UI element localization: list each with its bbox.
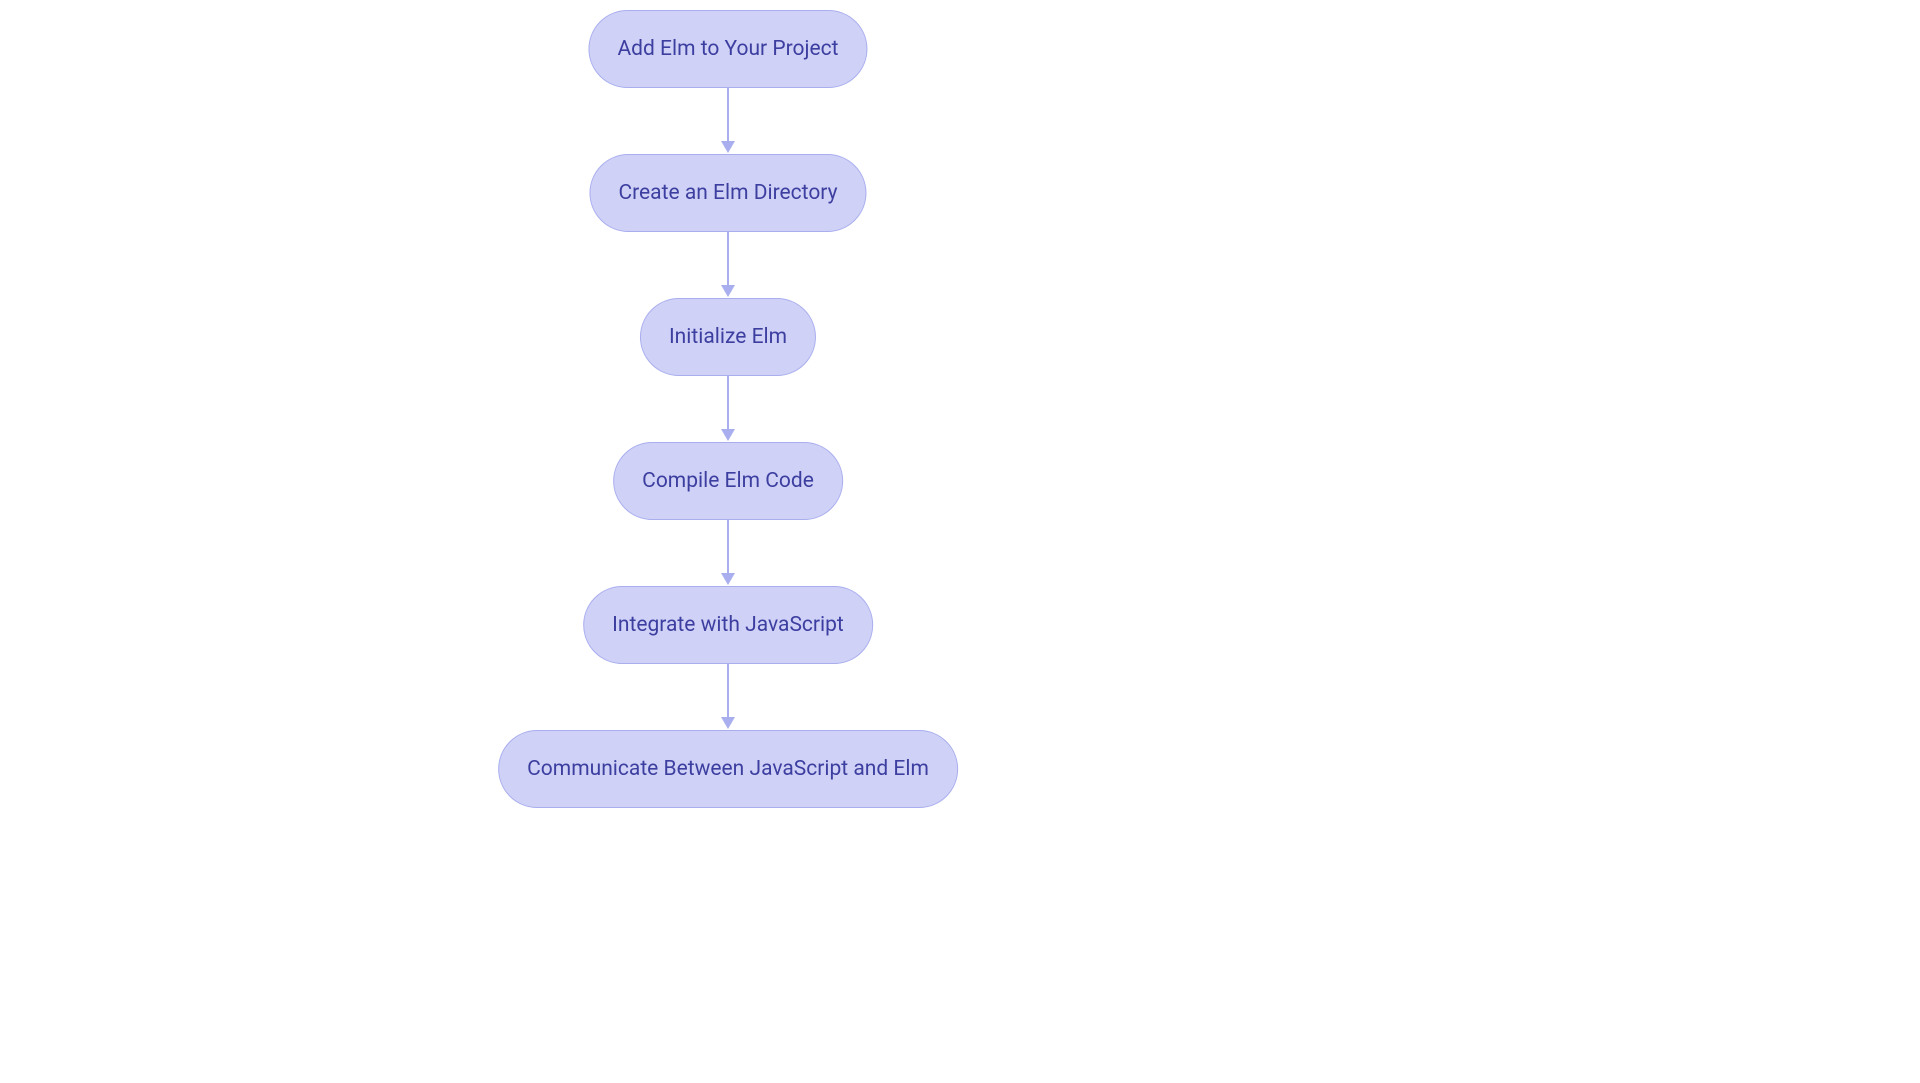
- arrow-head-icon: [721, 573, 735, 585]
- node-label: Create an Elm Directory: [618, 181, 837, 205]
- flow-node-initialize: Initialize Elm: [640, 298, 816, 376]
- arrow-line: [727, 376, 730, 430]
- flow-node-compile: Compile Elm Code: [613, 442, 843, 520]
- arrow-line: [727, 88, 730, 142]
- flow-node-integrate-js: Integrate with JavaScript: [583, 586, 873, 664]
- flow-arrow: [721, 88, 735, 153]
- node-label: Communicate Between JavaScript and Elm: [527, 757, 929, 781]
- arrow-head-icon: [721, 141, 735, 153]
- flow-arrow: [721, 664, 735, 729]
- flow-arrow: [721, 232, 735, 297]
- arrow-head-icon: [721, 429, 735, 441]
- arrow-line: [727, 664, 730, 718]
- node-label: Initialize Elm: [669, 325, 787, 349]
- flow-node-communicate: Communicate Between JavaScript and Elm: [498, 730, 958, 808]
- node-label: Add Elm to Your Project: [617, 37, 838, 61]
- flow-node-add-elm: Add Elm to Your Project: [588, 10, 867, 88]
- flowchart-canvas: Add Elm to Your Project Create an Elm Di…: [0, 0, 1920, 1083]
- node-label: Integrate with JavaScript: [612, 613, 844, 637]
- arrow-head-icon: [721, 717, 735, 729]
- flow-node-create-directory: Create an Elm Directory: [589, 154, 866, 232]
- arrow-line: [727, 520, 730, 574]
- arrow-head-icon: [721, 285, 735, 297]
- flow-arrow: [721, 520, 735, 585]
- arrow-line: [727, 232, 730, 286]
- node-label: Compile Elm Code: [642, 469, 814, 493]
- flow-arrow: [721, 376, 735, 441]
